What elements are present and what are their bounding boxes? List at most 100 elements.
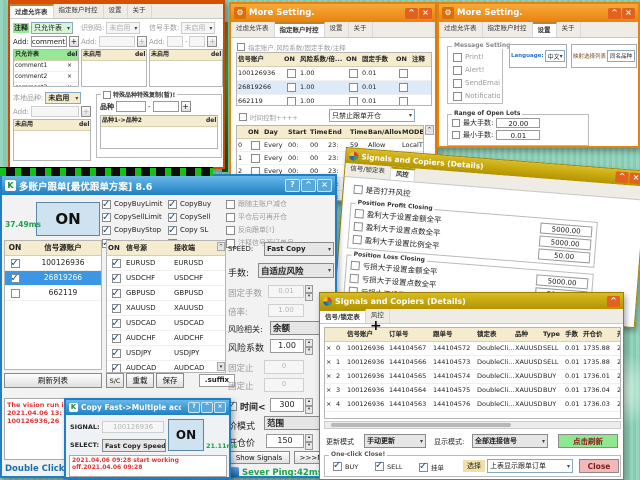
- min-lots-checkbox[interactable]: [452, 131, 460, 139]
- idcode-mode-select[interactable]: 未启用 ▾: [106, 22, 141, 34]
- tab-settings[interactable]: 设置: [104, 4, 128, 18]
- checkbox[interactable]: [250, 153, 260, 163]
- close-button[interactable]: ×: [214, 402, 226, 413]
- local-symbol-mode-select[interactable]: 未启用 ▾: [45, 92, 82, 104]
- titlebar[interactable]: K Copy Fast->Multiple accounts ?^×: [66, 400, 229, 415]
- symbol-from-input[interactable]: [116, 101, 146, 112]
- checkbox[interactable]: [226, 226, 235, 235]
- checkbox[interactable]: [168, 224, 177, 237]
- add-lots-button[interactable]: +: [207, 36, 218, 47]
- spinner-down-icon[interactable]: ▾: [305, 293, 313, 301]
- checkbox[interactable]: [111, 362, 121, 372]
- scrollbar-thumb[interactable]: [331, 423, 511, 427]
- spinner-down-icon[interactable]: ▾: [305, 347, 313, 355]
- minimize-button[interactable]: ^: [201, 402, 213, 413]
- checkbox[interactable]: [348, 97, 358, 105]
- checkbox[interactable]: [250, 140, 260, 150]
- loss-points-checkbox[interactable]: [349, 273, 360, 283]
- checkbox[interactable]: [10, 272, 20, 285]
- scroll-up-icon[interactable]: ^: [217, 242, 225, 251]
- close-button[interactable]: Close: [579, 459, 619, 473]
- risk-coef-input[interactable]: 1.00: [270, 339, 304, 353]
- tab-account-timectl[interactable]: 指定账户时控: [274, 22, 325, 37]
- checkbox[interactable]: [168, 211, 177, 224]
- delete-icon[interactable]: ×: [325, 342, 335, 355]
- help-button[interactable]: ?: [285, 179, 300, 192]
- table-row[interactable]: × 3 100126936 144104564 144104575 DoubleCli..…: [325, 384, 620, 398]
- open-price-input[interactable]: 150: [266, 434, 304, 448]
- profit-points-checkbox[interactable]: [353, 221, 364, 232]
- fixed-lots-input[interactable]: 0.01: [268, 285, 304, 298]
- tab-signals-locklist[interactable]: 信号/锁定表: [344, 163, 392, 180]
- mapping-select[interactable]: 同名品种: [607, 50, 635, 62]
- lots-min-input[interactable]: [166, 36, 183, 47]
- display-mode-select[interactable]: 全部连接信号 ▾: [472, 434, 548, 448]
- table-row[interactable]: 平仓后可再开仓: [224, 211, 336, 224]
- min-lots-input[interactable]: 0.01: [496, 130, 541, 140]
- tab-filter-allow[interactable]: 过虑允许表: [231, 22, 275, 37]
- table-row[interactable]: Alert!: [451, 64, 500, 77]
- checkbox[interactable]: [398, 69, 408, 78]
- table-row[interactable]: × 0 100126936 144104567 144104572 DoubleCli..…: [325, 342, 620, 356]
- checkbox[interactable]: [453, 92, 462, 101]
- checkbox[interactable]: [111, 272, 121, 285]
- fixed-lots-spinner[interactable]: ▴ ▾: [305, 285, 313, 301]
- scroll-down-icon[interactable]: ▾: [217, 362, 225, 371]
- table-row[interactable]: 100126936 1.00 0.01: [237, 67, 431, 81]
- checkbox[interactable]: [453, 53, 462, 62]
- delete-icon[interactable]: ×: [66, 61, 78, 71]
- loss-amount-checkbox[interactable]: [350, 260, 361, 270]
- table-row[interactable]: CopyBuyLimit: [100, 198, 166, 211]
- speed-select[interactable]: Fast Copy ▾: [264, 242, 334, 256]
- close-button[interactable]: ×: [622, 7, 635, 19]
- spinner-up-icon[interactable]: ▴: [305, 434, 313, 442]
- table-row[interactable]: 662119: [5, 286, 101, 301]
- idcode-input[interactable]: [98, 36, 135, 47]
- add-idcode-button[interactable]: +: [136, 36, 147, 47]
- close-buy-checkbox[interactable]: [333, 460, 342, 471]
- checkbox[interactable]: [102, 224, 111, 237]
- per-account-checkbox[interactable]: [237, 43, 245, 51]
- checkbox[interactable]: [286, 97, 296, 105]
- table-row[interactable]: SendEmail!: [451, 77, 500, 90]
- profit-amount-checkbox[interactable]: [354, 208, 365, 219]
- language-select[interactable]: 中文 ▾: [544, 50, 565, 62]
- tab-about[interactable]: 关于: [349, 22, 373, 37]
- add-local-button[interactable]: +: [81, 106, 91, 117]
- speed-select[interactable]: Fast Copy Speed▾: [102, 439, 166, 452]
- add-mapping-button[interactable]: +: [180, 101, 191, 112]
- on-button[interactable]: ON: [36, 202, 100, 236]
- checkbox[interactable]: [10, 288, 20, 298]
- click-refresh-button[interactable]: 点击刷新: [558, 434, 618, 448]
- reload-button[interactable]: 重载: [126, 373, 154, 388]
- scroll-up-icon[interactable]: ^: [425, 125, 434, 135]
- spinner-up-icon[interactable]: ▴: [305, 339, 313, 347]
- save-button[interactable]: 保存: [156, 373, 184, 388]
- checkbox[interactable]: [111, 257, 121, 270]
- checkbox[interactable]: [111, 302, 121, 315]
- table-row[interactable]: CopySell: [166, 211, 222, 224]
- delete-icon[interactable]: ×: [325, 356, 335, 369]
- tab-about[interactable]: 关于: [557, 22, 581, 37]
- table-row[interactable]: 26819266 1.00 0.01: [237, 81, 431, 95]
- table-row[interactable]: CopySellLimit: [100, 211, 166, 224]
- open-price-spinner[interactable]: ▴ ▾: [305, 434, 313, 450]
- time-filter-input[interactable]: 300: [270, 398, 304, 412]
- checkbox[interactable]: [453, 66, 462, 75]
- signal-input[interactable]: 100126936: [102, 421, 164, 433]
- table-row[interactable]: comment2 ×: [14, 72, 78, 83]
- lots-mode-select[interactable]: 自适应风险 ▾: [258, 263, 334, 278]
- delete-icon[interactable]: ×: [66, 83, 78, 86]
- max-lots-input[interactable]: 20.00: [496, 118, 541, 128]
- symbol-to-input[interactable]: [152, 101, 179, 112]
- checkbox[interactable]: [168, 198, 177, 211]
- local-symbol-input[interactable]: [30, 106, 80, 117]
- checkbox[interactable]: [453, 79, 462, 88]
- close-button[interactable]: ×: [629, 172, 640, 185]
- table-row[interactable]: comment1 ×: [14, 61, 78, 72]
- risk-enable-checkbox[interactable]: [353, 184, 364, 195]
- table-row[interactable]: × 4 100126936 144104563 144104576 DoubleCli..…: [325, 398, 620, 412]
- table-row[interactable]: AUDCHF AUDCHF: [107, 331, 225, 346]
- tab-account-timectl[interactable]: 指定账户时控: [483, 22, 533, 37]
- checkbox[interactable]: [10, 257, 20, 270]
